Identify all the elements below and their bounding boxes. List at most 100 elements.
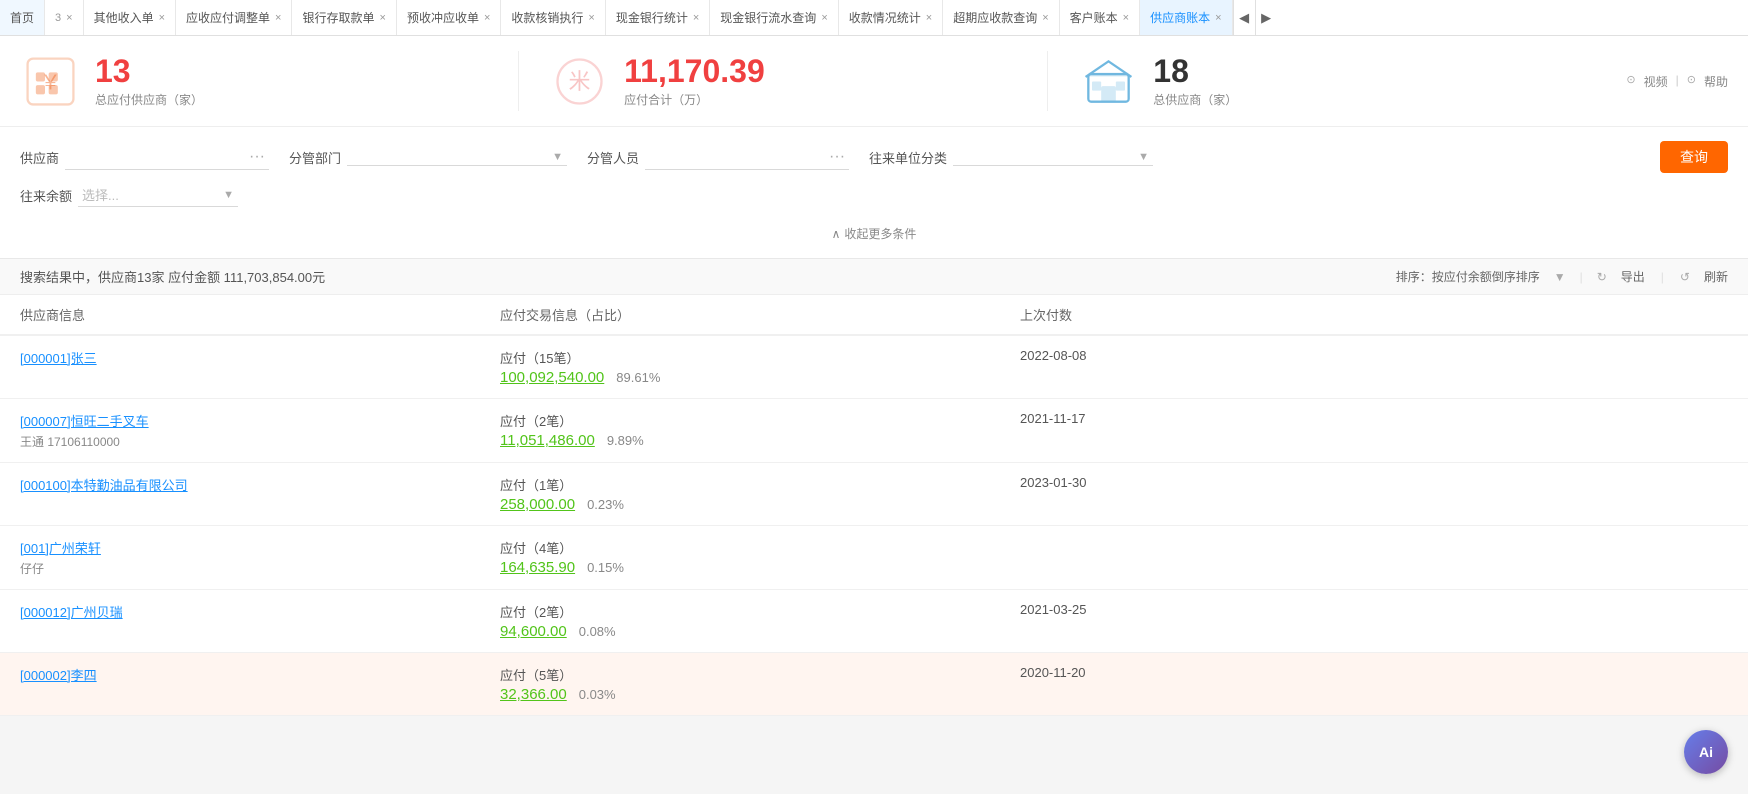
collapse-button[interactable]: ∧ 收起更多条件 xyxy=(832,225,917,242)
balance-chevron-icon: ▼ xyxy=(223,189,234,201)
ai-badge[interactable]: Ai xyxy=(1684,730,1728,774)
trans-amount-row5[interactable]: 94,600.00 xyxy=(500,623,567,640)
stat-card-ap-suppliers: ￥ 13 总应付供应商（家） xyxy=(20,51,519,111)
trans-pct-row6: 0.03% xyxy=(579,687,616,702)
stat-card-total-suppliers: 18 总供应商（家） xyxy=(1078,51,1576,111)
close-tab-other-income[interactable]: × xyxy=(159,12,165,24)
last-pay-row2: 2021-11-17 xyxy=(1020,411,1086,426)
dept-select-wrapper[interactable]: ▼ xyxy=(347,149,567,166)
trans-label-row1: 应付（15笔） xyxy=(500,348,1020,367)
category-select-wrapper[interactable]: ▼ xyxy=(953,149,1153,166)
close-tab-pre-receipt[interactable]: × xyxy=(484,12,490,24)
person-input-wrapper: ··· xyxy=(645,144,849,170)
supplier-name-row1[interactable]: [000001]张三 xyxy=(20,348,500,367)
ap-total-icon: 米 xyxy=(549,51,609,111)
col-header-transaction: 应付交易信息（占比） xyxy=(500,305,1020,324)
filter-supplier: 供应商 ··· xyxy=(20,144,269,170)
help-link[interactable]: 帮助 xyxy=(1704,73,1728,90)
supplier-name-row6[interactable]: [000002]李四 xyxy=(20,665,500,684)
category-filter-label: 往来单位分类 xyxy=(869,148,947,167)
export-icon: ↻ xyxy=(1597,270,1607,284)
nav-tab-ar-ap-adjust[interactable]: 应收应付调整单 × xyxy=(176,0,292,36)
nav-tab-cash-bank-stat[interactable]: 现金银行统计 × xyxy=(606,0,710,36)
result-bar: 搜索结果中，供应商13家 应付金额 111,703,854.00元 排序：按应付… xyxy=(0,259,1748,295)
close-tab-cash-flow-query[interactable]: × xyxy=(821,12,827,24)
last-pay-row5: 2021-03-25 xyxy=(1020,602,1087,617)
dept-filter-label: 分管部门 xyxy=(289,148,341,167)
trans-pct-row2: 9.89% xyxy=(607,433,644,448)
trans-label-row6: 应付（5笔） xyxy=(500,665,1020,684)
store-icon xyxy=(1078,51,1138,111)
nav-tab-cash-flow-query[interactable]: 现金银行流水查询 × xyxy=(710,0,838,36)
collapse-chevron-icon: ∧ xyxy=(832,227,841,241)
nav-tab-receipt-stat[interactable]: 收款情况统计 × xyxy=(839,0,943,36)
refresh-icon: ↺ xyxy=(1680,270,1690,284)
total-supplier-label: 总供应商（家） xyxy=(1153,91,1237,108)
nav-arrow-left[interactable]: ◀ xyxy=(1233,0,1255,36)
trans-pct-row4: 0.15% xyxy=(587,560,624,575)
close-tab-bank-deposit[interactable]: × xyxy=(380,12,386,24)
refresh-button[interactable]: 刷新 xyxy=(1704,268,1728,285)
filter-area: 供应商 ··· 分管部门 ▼ 分管人员 ··· 往来单位分类 xyxy=(0,127,1748,259)
top-right-links: ⊙ 视频 | ⊙ 帮助 xyxy=(1606,73,1728,90)
filter-category: 往来单位分类 ▼ xyxy=(869,148,1153,167)
balance-select-wrapper[interactable]: 选择... ▼ xyxy=(78,183,238,207)
nav-tab-overdue-ar[interactable]: 超期应收款查询 × xyxy=(943,0,1059,36)
close-tab-receipt-stat[interactable]: × xyxy=(926,12,932,24)
close-tab-supplier-ledger[interactable]: × xyxy=(1215,12,1221,24)
close-tab-ar-ap-adjust[interactable]: × xyxy=(275,12,281,24)
ap-supplier-label: 总应付供应商（家） xyxy=(95,91,203,108)
export-button[interactable]: 导出 xyxy=(1621,268,1645,285)
supplier-name-row5[interactable]: [000012]广州贝瑞 xyxy=(20,602,500,621)
ap-total-label: 应付合计（万） xyxy=(624,91,765,108)
ap-total-amount: 11,170.39 xyxy=(624,54,765,89)
trans-amount-row1[interactable]: 100,092,540.00 xyxy=(500,369,604,386)
nav-tab-customer-ledger[interactable]: 客户账本 × xyxy=(1060,0,1140,36)
stats-banner: ￥ 13 总应付供应商（家） 米 11,170.39 应付合计（万） xyxy=(0,36,1748,127)
nav-tab-3[interactable]: 3 × xyxy=(45,0,84,36)
table-row: [000012]广州贝瑞 应付（2笔） 94,600.00 0.08% 2021… xyxy=(0,590,1748,653)
trans-label-row4: 应付（4笔） xyxy=(500,538,1020,557)
supplier-input[interactable] xyxy=(69,146,249,167)
close-tab-cash-bank-stat[interactable]: × xyxy=(693,12,699,24)
nav-tab-other-income[interactable]: 其他收入单 × xyxy=(84,0,176,36)
sort-chevron-icon: ▼ xyxy=(1554,270,1566,284)
close-tab-customer-ledger[interactable]: × xyxy=(1123,12,1129,24)
table-row: [000001]张三 应付（15笔） 100,092,540.00 89.61%… xyxy=(0,336,1748,399)
person-search-dots[interactable]: ··· xyxy=(829,148,845,166)
trans-amount-row2[interactable]: 11,051,486.00 xyxy=(500,432,595,449)
total-supplier-count: 18 xyxy=(1153,54,1237,89)
supplier-name-row2[interactable]: [000007]恒旺二手叉车 xyxy=(20,411,500,430)
nav-tab-home[interactable]: 首页 xyxy=(0,0,45,36)
nav-tab-supplier-ledger[interactable]: 供应商账本 × xyxy=(1140,0,1232,36)
person-input[interactable] xyxy=(649,146,829,167)
close-tab-3[interactable]: × xyxy=(66,12,72,24)
col-header-last-pay: 上次付数 xyxy=(1020,305,1728,324)
balance-placeholder: 选择... xyxy=(82,185,223,204)
filter-row-2: 往来余额 选择... ▼ xyxy=(20,183,1728,207)
search-button[interactable]: 查询 xyxy=(1660,141,1728,173)
close-tab-overdue-ar[interactable]: × xyxy=(1042,12,1048,24)
nav-tab-bank-deposit[interactable]: 银行存取款单 × xyxy=(292,0,396,36)
nav-tab-receipt-verify[interactable]: 收款核销执行 × xyxy=(501,0,605,36)
close-tab-receipt-verify[interactable]: × xyxy=(588,12,594,24)
trans-label-row5: 应付（2笔） xyxy=(500,602,1020,621)
table-row: [000100]本特勤油品有限公司 应付（1笔） 258,000.00 0.23… xyxy=(0,463,1748,526)
supplier-search-dots[interactable]: ··· xyxy=(249,148,265,166)
last-pay-row3: 2023-01-30 xyxy=(1020,475,1087,490)
result-bar-right: 排序：按应付余额倒序排序 ▼ | ↻ 导出 | ↺ 刷新 xyxy=(1396,268,1728,285)
filter-row-1: 供应商 ··· 分管部门 ▼ 分管人员 ··· 往来单位分类 xyxy=(20,141,1728,173)
supplier-name-row3[interactable]: [000100]本特勤油品有限公司 xyxy=(20,475,500,494)
trans-amount-row4[interactable]: 164,635.90 xyxy=(500,559,575,576)
trans-amount-row3[interactable]: 258,000.00 xyxy=(500,496,575,513)
trans-amount-row6[interactable]: 32,366.00 xyxy=(500,686,567,703)
trans-label-row3: 应付（1笔） xyxy=(500,475,1020,494)
video-link[interactable]: 视频 xyxy=(1644,73,1668,90)
main-table: 供应商信息 应付交易信息（占比） 上次付数 [000001]张三 应付（15笔）… xyxy=(0,295,1748,716)
nav-tab-pre-receipt[interactable]: 预收冲应收单 × xyxy=(397,0,501,36)
nav-arrow-right[interactable]: ▶ xyxy=(1255,0,1277,36)
dept-chevron-icon: ▼ xyxy=(552,151,563,163)
supplier-name-row4[interactable]: [001]广州荣轩 xyxy=(20,538,500,557)
sort-label[interactable]: 排序：按应付余额倒序排序 xyxy=(1396,268,1540,285)
last-pay-row1: 2022-08-08 xyxy=(1020,348,1087,363)
